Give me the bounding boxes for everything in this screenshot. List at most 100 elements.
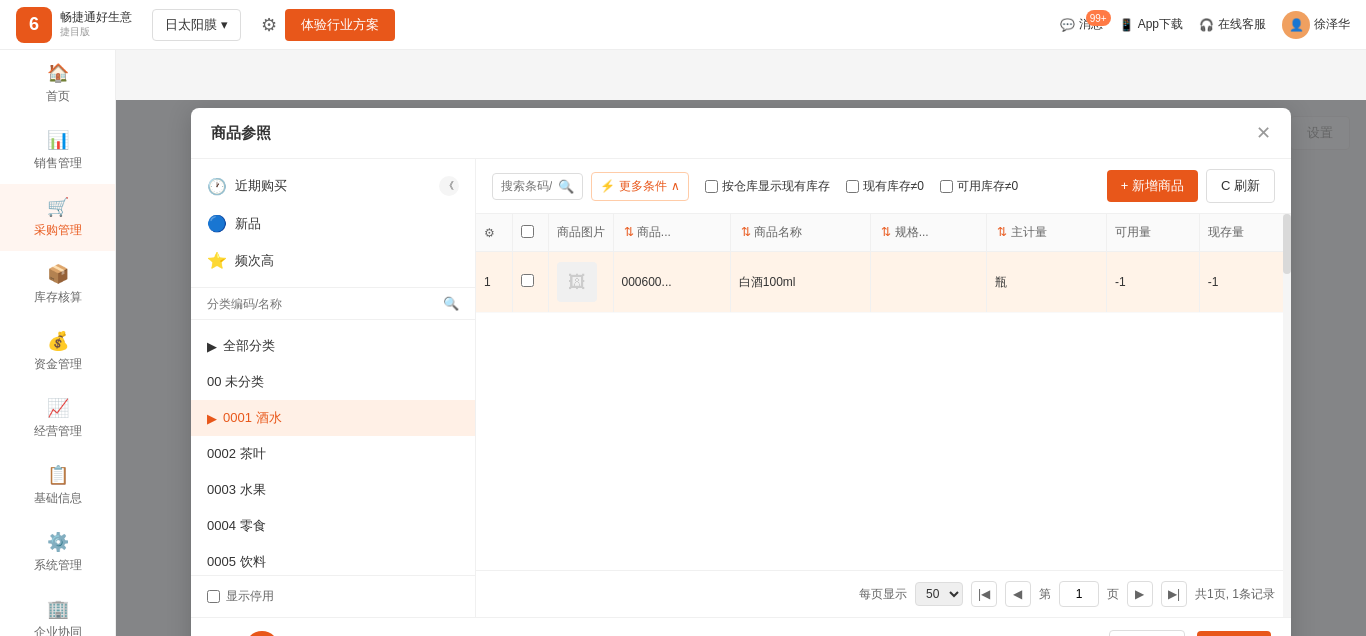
- category-item-tea[interactable]: 0002 茶叶: [191, 436, 475, 472]
- cell-index: 1: [476, 252, 512, 313]
- available-nonzero-checkbox[interactable]: [940, 180, 953, 193]
- frequent-icon: ⭐: [207, 251, 227, 270]
- brand-sub: 捷目版: [60, 25, 132, 39]
- cell-name: 白酒100ml: [730, 252, 871, 313]
- settings-icon[interactable]: ⚙: [253, 9, 285, 41]
- modal-body: 🕐 近期购买 《 🔵 新品 ⭐ 频次高: [191, 159, 1291, 617]
- online-service-nav-item[interactable]: 🎧 在线客服: [1199, 16, 1266, 33]
- app-download-label: App下载: [1138, 16, 1183, 33]
- available-nonzero-filter: 可用库存≠0: [940, 178, 1018, 195]
- app-logo: 6: [16, 7, 52, 43]
- table-body: 1 🖼: [476, 252, 1291, 313]
- per-page-select[interactable]: 50: [915, 582, 963, 606]
- system-icon: ⚙️: [47, 531, 69, 553]
- category-item-uncategorized[interactable]: 00 未分类: [191, 364, 475, 400]
- col-available[interactable]: 可用量: [1106, 214, 1199, 252]
- category-search-input[interactable]: [207, 297, 437, 311]
- category-item-drink[interactable]: 0005 饮料: [191, 544, 475, 575]
- col-code[interactable]: ⇅ 商品...: [613, 214, 730, 252]
- inventory-icon: 📦: [47, 263, 69, 285]
- table-row[interactable]: 1 🖼: [476, 252, 1291, 313]
- modal-close-button[interactable]: ✕: [1256, 122, 1271, 144]
- username: 徐泽华: [1314, 16, 1350, 33]
- sidebar-item-enterprise[interactable]: 🏢 企业协同: [0, 586, 115, 636]
- category-item-fruit[interactable]: 0003 水果: [191, 472, 475, 508]
- new-products-label: 新品: [235, 215, 261, 233]
- pagination-bar: 每页显示 50 |◀ ◀ 第 1 页 ▶ ▶| 共1页, 1条记录: [476, 570, 1291, 617]
- nonzero-stock-checkbox[interactable]: [846, 180, 859, 193]
- try-industry-button[interactable]: 体验行业方案: [285, 9, 395, 41]
- sidebar-item-system[interactable]: ⚙️ 系统管理: [0, 519, 115, 586]
- col-name[interactable]: ⇅ 商品名称: [730, 214, 871, 252]
- show-disabled-checkbox[interactable]: [207, 590, 220, 603]
- sidebar-item-finance[interactable]: 💰 资金管理: [0, 318, 115, 385]
- cell-available: -1: [1106, 252, 1199, 313]
- sidebar-item-purchase[interactable]: 🛒 采购管理: [0, 184, 115, 251]
- product-search-input[interactable]: [501, 179, 552, 193]
- sort-icon: ⇅: [741, 225, 751, 239]
- search-icon[interactable]: 🔍: [443, 296, 459, 311]
- refresh-button[interactable]: C 刷新: [1206, 169, 1275, 203]
- col-unit[interactable]: ⇅ 主计量: [987, 214, 1107, 252]
- app-download-nav-item[interactable]: 📱 App下载: [1119, 16, 1183, 33]
- main-content: 查询 设置 商品参照 ✕ 🕐 近期购买 《: [116, 100, 1366, 636]
- select-all-checkbox[interactable]: [521, 225, 534, 238]
- cancel-button[interactable]: 取消: [1109, 630, 1185, 636]
- sidebar-item-operations[interactable]: 📈 经营管理: [0, 385, 115, 452]
- confirm-button[interactable]: 确定: [1197, 631, 1271, 636]
- sidebar-item-inventory[interactable]: 📦 库存核算: [0, 251, 115, 318]
- sort-icon: ⇅: [881, 225, 891, 239]
- cart-icon[interactable]: 🛒: [245, 631, 279, 636]
- add-product-button[interactable]: + 新增商品: [1107, 170, 1198, 202]
- image-placeholder-icon: 🖼: [568, 272, 586, 293]
- category-label: 全部分类: [223, 337, 275, 355]
- modal-header: 商品参照 ✕: [191, 108, 1291, 159]
- frequent-nav[interactable]: ⭐ 频次高: [191, 242, 475, 279]
- next-page-button[interactable]: ▶: [1127, 581, 1153, 607]
- category-label: 0002 茶叶: [207, 445, 266, 463]
- category-label: 00 未分类: [207, 373, 264, 391]
- scrollbar-thumb[interactable]: [1283, 214, 1291, 274]
- user-nav-item[interactable]: 👤 徐泽华: [1282, 11, 1350, 39]
- page-number-input[interactable]: 1: [1059, 581, 1099, 607]
- total-info: 共1页, 1条记录: [1195, 586, 1275, 603]
- right-panel: 🔍 ⚡ 更多条件 ∧ 按仓库显示现有库存: [476, 159, 1291, 617]
- sidebar-item-basic-info[interactable]: 📋 基础信息: [0, 452, 115, 519]
- page-label: 第: [1039, 586, 1051, 603]
- new-products-nav[interactable]: 🔵 新品: [191, 205, 475, 242]
- right-toolbar: 🔍 ⚡ 更多条件 ∧ 按仓库显示现有库存: [476, 159, 1291, 214]
- cell-spec: [871, 252, 987, 313]
- first-page-button[interactable]: |◀: [971, 581, 997, 607]
- left-panel-nav: 🕐 近期购买 《 🔵 新品 ⭐ 频次高: [191, 159, 475, 288]
- recent-purchases-nav[interactable]: 🕐 近期购买 《: [191, 167, 475, 205]
- store-selector[interactable]: 日太阳膜 ▾: [152, 9, 241, 41]
- finance-icon: 💰: [47, 330, 69, 352]
- new-icon: 🔵: [207, 214, 227, 233]
- frequent-label: 频次高: [235, 252, 274, 270]
- sidebar-item-label: 采购管理: [34, 222, 82, 239]
- sidebar-item-home[interactable]: 🏠 首页: [0, 50, 115, 117]
- filter-label: 更多条件: [619, 178, 667, 195]
- category-arrow-active: ▶: [207, 411, 217, 426]
- search-magnifier-icon[interactable]: 🔍: [558, 179, 574, 194]
- category-item-all[interactable]: ▶ 全部分类: [191, 328, 475, 364]
- prev-page-button[interactable]: ◀: [1005, 581, 1031, 607]
- warehouse-stock-filter: 按仓库显示现有库存: [705, 178, 830, 195]
- last-page-button[interactable]: ▶|: [1161, 581, 1187, 607]
- product-reference-modal: 商品参照 ✕ 🕐 近期购买 《 🔵 新品: [191, 108, 1291, 636]
- messages-nav-item[interactable]: 💬 消息 99+: [1060, 16, 1103, 33]
- warehouse-stock-checkbox[interactable]: [705, 180, 718, 193]
- col-check: [512, 214, 548, 252]
- messages-badge: 99+: [1086, 10, 1111, 26]
- cell-unit: 瓶: [987, 252, 1107, 313]
- category-item-liquor[interactable]: ▶ 0001 酒水: [191, 400, 475, 436]
- col-spec[interactable]: ⇅ 规格...: [871, 214, 987, 252]
- row-checkbox[interactable]: [521, 274, 534, 287]
- sidebar-item-sales[interactable]: 📊 销售管理: [0, 117, 115, 184]
- more-filters-button[interactable]: ⚡ 更多条件 ∧: [591, 172, 689, 201]
- col-settings[interactable]: ⚙: [476, 214, 512, 252]
- col-stock[interactable]: 现存量: [1199, 214, 1291, 252]
- left-panel: 🕐 近期购买 《 🔵 新品 ⭐ 频次高: [191, 159, 476, 617]
- category-item-snack[interactable]: 0004 零食: [191, 508, 475, 544]
- collapse-button[interactable]: 《: [439, 176, 459, 196]
